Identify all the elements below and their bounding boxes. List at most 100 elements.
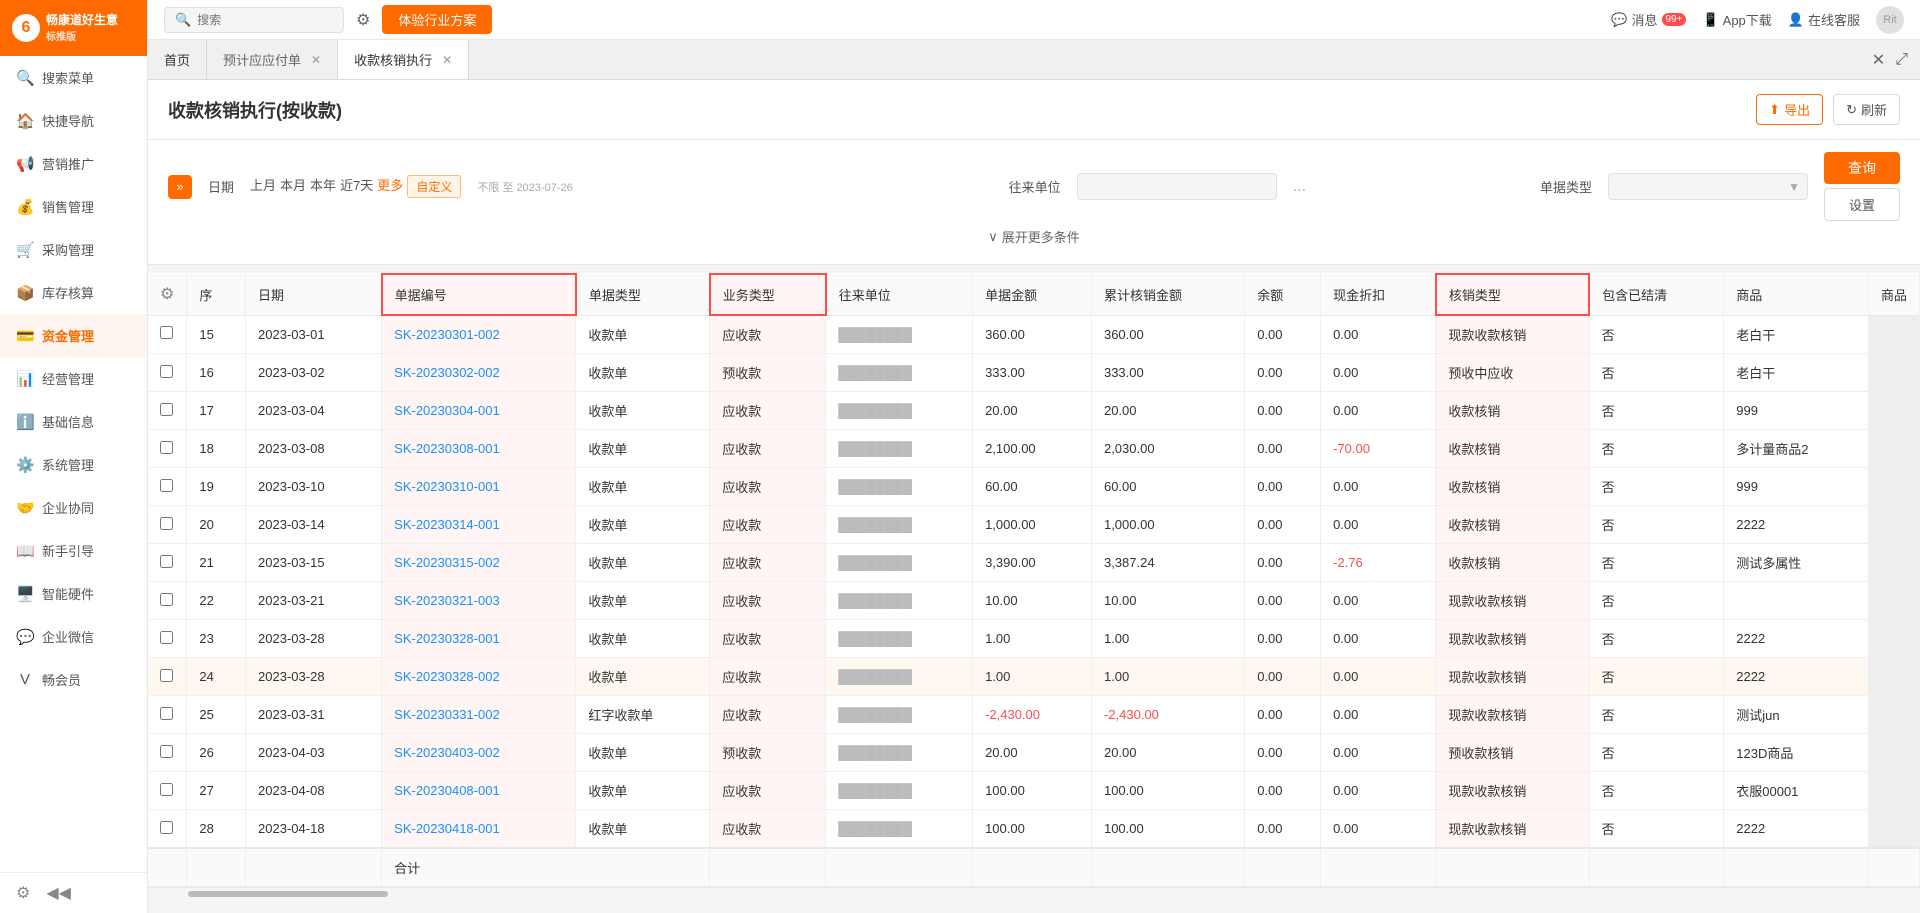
expand-more-conditions-btn[interactable]: ∨ 展开更多条件 [168, 221, 1900, 252]
cell-checkbox-9[interactable] [148, 658, 187, 696]
sidebar-item-guide[interactable]: 📖新手引导 [0, 529, 147, 572]
doc-no-link-9[interactable]: SK-20230328-002 [394, 669, 500, 684]
cell-checkbox-2[interactable] [148, 392, 187, 430]
sidebar-item-system[interactable]: ⚙️系统管理 [0, 443, 147, 486]
doc-no-link-2[interactable]: SK-20230304-001 [394, 403, 500, 418]
cell-canceltype-13: 现款收款核销 [1436, 810, 1589, 849]
scrollbar-thumb[interactable] [188, 891, 388, 897]
topbar-gear-icon[interactable]: ⚙ [356, 10, 370, 30]
doc-no-link-4[interactable]: SK-20230310-001 [394, 479, 500, 494]
tab-collection[interactable]: 收款核销执行 ✕ [338, 40, 469, 79]
settings-button[interactable]: 设置 [1824, 188, 1900, 221]
tab-collection-close[interactable]: ✕ [442, 53, 452, 67]
cell-checkbox-4[interactable] [148, 468, 187, 506]
doc-no-link-0[interactable]: SK-20230301-002 [394, 327, 500, 342]
receipt-type-input[interactable] [1608, 173, 1808, 200]
doc-no-link-12[interactable]: SK-20230408-001 [394, 783, 500, 798]
cell-checkbox-1[interactable] [148, 354, 187, 392]
sidebar-item-inventory[interactable]: 📦库存核算 [0, 271, 147, 314]
last-7-days-shortcut[interactable]: 近7天 [340, 175, 373, 198]
maximize-tab-icon[interactable]: ⤢ [1895, 51, 1908, 69]
cell-product2-0 [1868, 315, 1919, 354]
cell-biztype-7: 应收款 [710, 582, 826, 620]
this-year-shortcut[interactable]: 本年 [310, 175, 336, 198]
cell-date-4: 2023-03-10 [246, 468, 382, 506]
topbar-search-input[interactable] [197, 13, 333, 27]
sidebar-icon-inventory: 📦 [16, 284, 34, 302]
doc-no-link-6[interactable]: SK-20230315-002 [394, 555, 500, 570]
cell-checkbox-6[interactable] [148, 544, 187, 582]
doc-no-link-1[interactable]: SK-20230302-002 [394, 365, 500, 380]
cell-checkbox-10[interactable] [148, 696, 187, 734]
cell-num-4: 19 [187, 468, 246, 506]
partner-input[interactable] [1077, 173, 1277, 200]
refresh-button[interactable]: ↻ 刷新 [1833, 94, 1900, 125]
sidebar-item-search[interactable]: 🔍搜索菜单 [0, 56, 147, 99]
sidebar-item-member[interactable]: V畅会员 [0, 658, 147, 701]
cell-docamount-5: 1,000.00 [973, 506, 1092, 544]
sidebar-item-sales[interactable]: 💰销售管理 [0, 185, 147, 228]
doc-no-link-7[interactable]: SK-20230321-003 [394, 593, 500, 608]
tab-prepay-close[interactable]: ✕ [311, 53, 321, 67]
last-month-shortcut[interactable]: 上月 [250, 175, 276, 198]
query-button[interactable]: 查询 [1824, 152, 1900, 184]
sidebar-item-enterprise[interactable]: 🤝企业协同 [0, 486, 147, 529]
cell-docamount-8: 1.00 [973, 620, 1092, 658]
table-row: 25 2023-03-31 SK-20230331-002 红字收款单 应收款 … [148, 696, 1920, 734]
doc-no-link-3[interactable]: SK-20230308-001 [394, 441, 500, 456]
cell-product2-9 [1868, 658, 1919, 696]
filter-expand-button[interactable]: » [168, 175, 192, 199]
cell-checkbox-0[interactable] [148, 315, 187, 354]
sidebar-bottom: ⚙ ◀◀ [0, 872, 147, 913]
cell-date-10: 2023-03-31 [246, 696, 382, 734]
topbar-app-download[interactable]: 📱 App下载 [1702, 10, 1771, 29]
horizontal-scrollbar[interactable] [148, 887, 1920, 899]
cell-checkbox-8[interactable] [148, 620, 187, 658]
sidebar-item-wechat[interactable]: 💬企业微信 [0, 615, 147, 658]
doc-no-link-8[interactable]: SK-20230328-001 [394, 631, 500, 646]
doc-no-link-11[interactable]: SK-20230403-002 [394, 745, 500, 760]
cell-checkbox-3[interactable] [148, 430, 187, 468]
cell-checkbox-12[interactable] [148, 772, 187, 810]
sidebar-item-hardware[interactable]: 🖥️智能硬件 [0, 572, 147, 615]
topbar-online-service[interactable]: 👤 在线客服 [1788, 10, 1860, 29]
cell-cashdisc-13: 0.00 [1321, 810, 1436, 849]
cell-num-0: 15 [187, 315, 246, 354]
topbar-search-box[interactable]: 🔍 [164, 7, 344, 33]
doc-no-link-13[interactable]: SK-20230418-001 [394, 821, 500, 836]
tab-prepay[interactable]: 预计应应付单 ✕ [207, 40, 338, 79]
sidebar-item-marketing[interactable]: 📢营销推广 [0, 142, 147, 185]
sidebar-item-basic[interactable]: ℹ️基础信息 [0, 400, 147, 443]
refresh-icon: ↻ [1846, 102, 1857, 118]
doc-no-link-10[interactable]: SK-20230331-002 [394, 707, 500, 722]
sidebar-item-capital[interactable]: 💳资金管理 [0, 314, 147, 357]
cell-checkbox-7[interactable] [148, 582, 187, 620]
sidebar-item-operations[interactable]: 📊经营管理 [0, 357, 147, 400]
custom-date-btn[interactable]: 自定义 [407, 175, 461, 198]
cell-checkbox-11[interactable] [148, 734, 187, 772]
partner-more-icon[interactable]: ... [1293, 178, 1306, 196]
cell-partner-9: ████████ [826, 658, 973, 696]
more-date-link[interactable]: 更多 [377, 175, 403, 198]
cell-checkbox-13[interactable] [148, 810, 187, 849]
column-settings-icon[interactable]: ⚙ [160, 286, 174, 303]
cell-balance-10: 0.00 [1245, 696, 1321, 734]
export-button[interactable]: ⬆ 导出 [1756, 94, 1823, 125]
doc-no-link-5[interactable]: SK-20230314-001 [394, 517, 500, 532]
close-tab-icon[interactable]: ✕ [1872, 50, 1885, 70]
topbar-avatar[interactable]: Rit [1876, 6, 1904, 34]
receipt-type-dropdown-icon[interactable]: ▼ [1788, 180, 1800, 194]
sidebar-icon-wechat: 💬 [16, 628, 34, 646]
th-settings[interactable]: ⚙ [148, 274, 187, 315]
topbar-message[interactable]: 💬 消息 99+ [1611, 10, 1686, 29]
table-row: 26 2023-04-03 SK-20230403-002 收款单 预收款 ██… [148, 734, 1920, 772]
tab-home[interactable]: 首页 [148, 40, 207, 79]
sidebar-item-quick-nav[interactable]: 🏠快捷导航 [0, 99, 147, 142]
collapse-icon[interactable]: ◀◀ [46, 883, 71, 903]
cell-cleared-13: 否 [1589, 810, 1724, 849]
cell-checkbox-5[interactable] [148, 506, 187, 544]
this-month-shortcut[interactable]: 本月 [280, 175, 306, 198]
industry-solution-button[interactable]: 体验行业方案 [382, 5, 492, 34]
settings-bottom-icon[interactable]: ⚙ [16, 883, 30, 903]
sidebar-item-purchase[interactable]: 🛒采购管理 [0, 228, 147, 271]
